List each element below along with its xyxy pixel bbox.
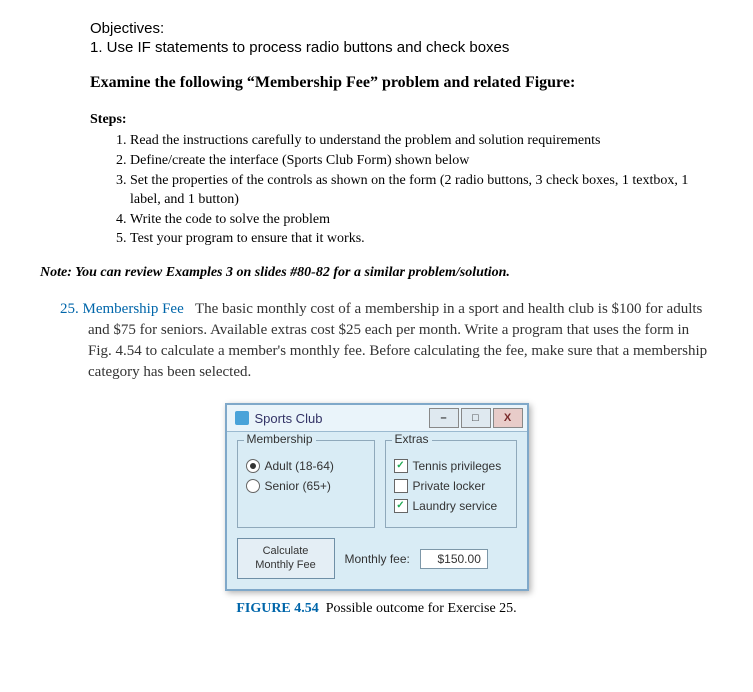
objectives-item-1: 1. Use IF statements to process radio bu… [90, 39, 713, 56]
note-line: Note: You can review Examples 3 on slide… [40, 265, 713, 281]
window-title: Sports Club [255, 411, 427, 426]
checkbox-icon: ✓ [394, 499, 408, 513]
figure-caption-text: Possible outcome for Exercise 25. [326, 601, 517, 616]
checkbox-icon: ✓ [394, 459, 408, 473]
examine-heading: Examine the following “Membership Fee” p… [90, 74, 713, 92]
monthly-fee-textbox[interactable]: $150.00 [420, 549, 488, 569]
steps-title: Steps: [90, 112, 713, 128]
checkbox-locker[interactable]: Private locker [394, 479, 508, 493]
checkbox-locker-label: Private locker [413, 479, 486, 493]
step-1: Read the instructions carefully to under… [130, 132, 713, 151]
membership-groupbox: Membership Adult (18-64) Senior (65+) [237, 440, 375, 528]
step-4: Write the code to solve the problem [130, 211, 713, 230]
radio-senior-label: Senior (65+) [265, 479, 331, 493]
radio-icon [246, 459, 260, 473]
radio-adult-label: Adult (18-64) [265, 459, 334, 473]
checkbox-laundry[interactable]: ✓ Laundry service [394, 499, 508, 513]
steps-list: Read the instructions carefully to under… [90, 132, 713, 249]
checkbox-laundry-label: Laundry service [413, 499, 498, 513]
minimize-button[interactable]: – [429, 408, 459, 428]
titlebar: Sports Club – □ X [227, 405, 527, 432]
step-5: Test your program to ensure that it work… [130, 230, 713, 249]
objectives-title: Objectives: [90, 20, 713, 37]
checkbox-icon [394, 479, 408, 493]
radio-icon [246, 479, 260, 493]
extras-label: Extras [392, 432, 432, 446]
figure-label: FIGURE 4.54 [236, 601, 318, 616]
calc-button-line2: Monthly Fee [255, 559, 316, 571]
extras-groupbox: Extras ✓ Tennis privileges Private locke… [385, 440, 517, 528]
membership-label: Membership [244, 432, 316, 446]
calculate-button[interactable]: Calculate Monthly Fee [237, 538, 335, 578]
sports-club-window: Sports Club – □ X Membership Adult (18-6… [225, 403, 529, 590]
radio-senior[interactable]: Senior (65+) [246, 479, 366, 493]
problem-number: 25. [60, 301, 79, 317]
app-icon [235, 411, 249, 425]
step-3: Set the properties of the controls as sh… [130, 172, 713, 210]
checkbox-tennis-label: Tennis privileges [413, 459, 502, 473]
radio-adult[interactable]: Adult (18-64) [246, 459, 366, 473]
step-2: Define/create the interface (Sports Club… [130, 152, 713, 171]
maximize-button[interactable]: □ [461, 408, 491, 428]
calc-button-line1: Calculate [263, 545, 309, 557]
figure-caption: FIGURE 4.54 Possible outcome for Exercis… [40, 601, 713, 617]
monthly-fee-label: Monthly fee: [345, 552, 410, 566]
checkbox-tennis[interactable]: ✓ Tennis privileges [394, 459, 508, 473]
problem-title: Membership Fee [83, 301, 184, 317]
close-button[interactable]: X [493, 408, 523, 428]
problem-25: 25. Membership Fee The basic monthly cos… [60, 299, 713, 383]
